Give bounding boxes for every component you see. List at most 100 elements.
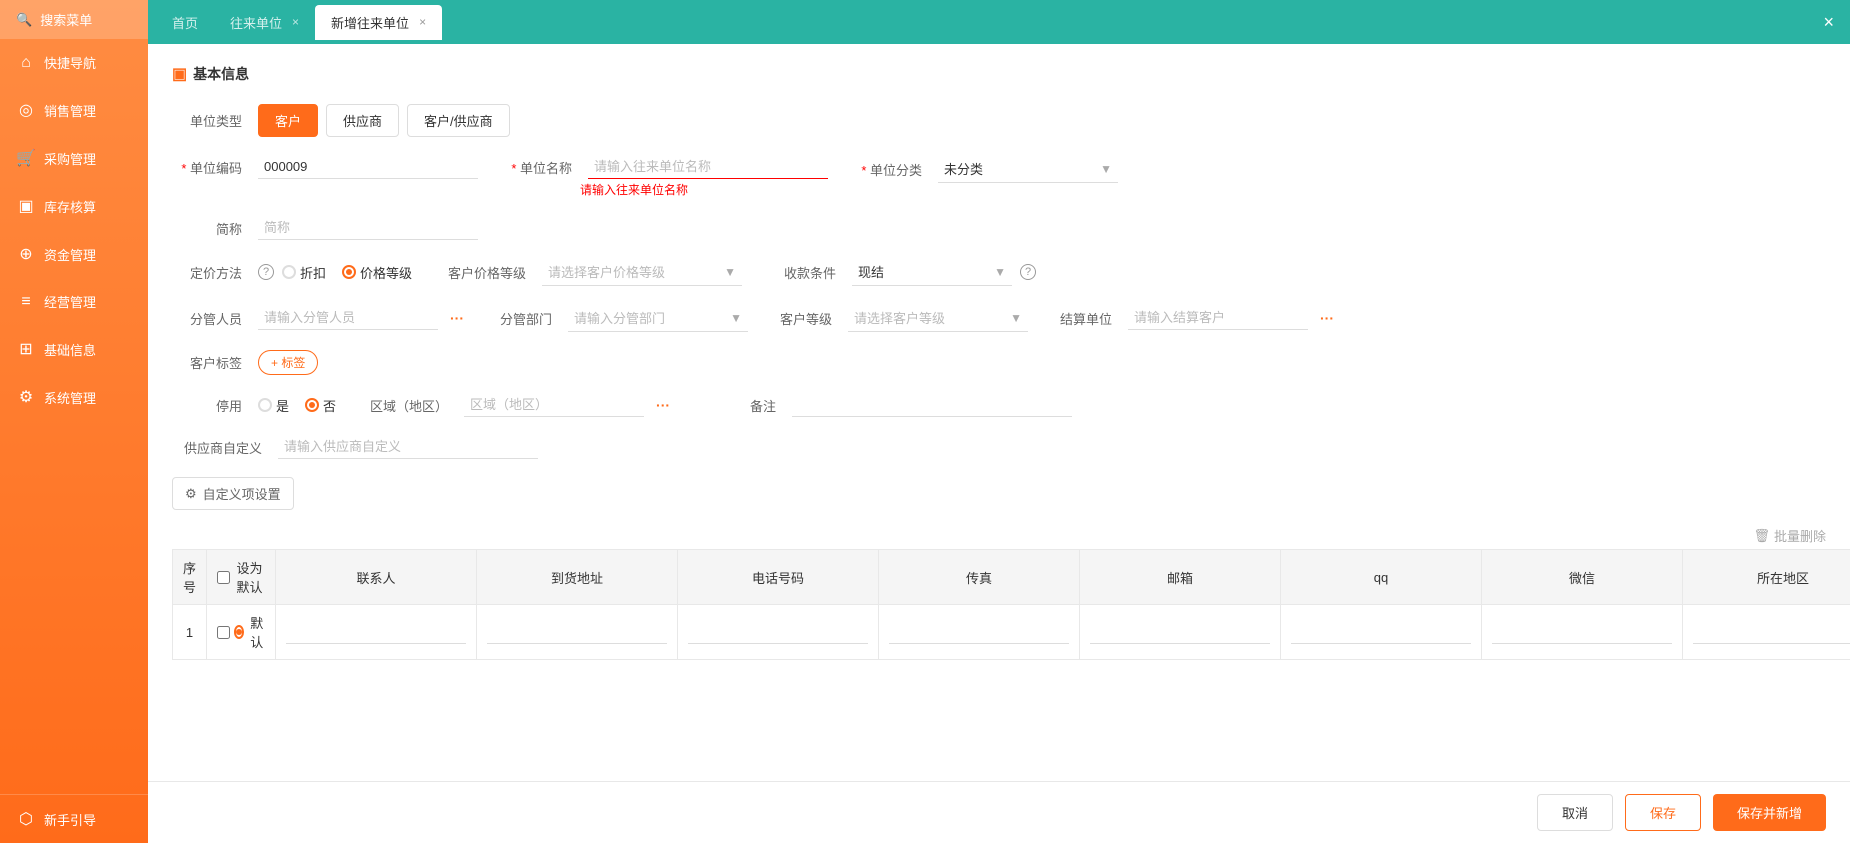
manager-input[interactable]	[258, 306, 438, 330]
th-address: 到货地址	[477, 550, 678, 605]
custom-settings-button[interactable]: ⚙ 自定义项设置	[172, 477, 294, 510]
unit-category-group: 单位分类 未分类 ▼	[852, 155, 1118, 183]
manager-more-btn[interactable]: ···	[446, 310, 468, 326]
radio-no[interactable]: 否	[305, 396, 336, 415]
td-wechat-input[interactable]	[1492, 620, 1672, 644]
td-contact-input[interactable]	[286, 620, 466, 644]
unit-name-input[interactable]	[588, 155, 828, 179]
payment-help-icon[interactable]: ?	[1020, 264, 1036, 280]
th-default: 设为默认	[207, 550, 276, 605]
td-fax[interactable]	[879, 605, 1080, 660]
pricing-radio-group: 折扣 价格等级	[282, 263, 412, 282]
td-region[interactable]	[1683, 605, 1850, 660]
price-level-label: 客户价格等级	[436, 263, 526, 282]
td-checkbox[interactable]	[217, 626, 230, 639]
tab-partners-close[interactable]: ×	[292, 15, 299, 29]
td-contact[interactable]	[276, 605, 477, 660]
payment-terms-group: 收款条件 现结 ▼ ?	[766, 258, 1036, 286]
payment-terms-select[interactable]: 现结 ▼	[852, 258, 1012, 286]
td-phone-input[interactable]	[688, 620, 868, 644]
department-select[interactable]: 请输入分管部门 ▼	[568, 304, 748, 332]
td-fax-input[interactable]	[889, 620, 1069, 644]
tab-partners[interactable]: 往来单位 ×	[214, 5, 315, 40]
tab-new-partner[interactable]: 新增往来单位 ×	[315, 5, 442, 40]
unit-code-input[interactable]	[258, 155, 478, 179]
price-level-select[interactable]: 请选择客户价格等级 ▼	[542, 258, 742, 286]
tab-partners-label: 往来单位	[230, 13, 282, 32]
tab-new-partner-label: 新增往来单位	[331, 13, 409, 32]
unit-type-row: 单位类型 客户 供应商 客户/供应商	[172, 104, 1826, 137]
customer-level-select[interactable]: 请选择客户等级 ▼	[848, 304, 1028, 332]
sidebar-item-inventory[interactable]: ▣ 库存核算	[0, 182, 148, 230]
td-qq-input[interactable]	[1291, 620, 1471, 644]
pricing-help-icon[interactable]: ?	[258, 264, 274, 280]
radio-yes-label: 是	[276, 396, 289, 415]
price-level-placeholder: 请选择客户价格等级	[548, 262, 720, 281]
region-more-btn[interactable]: ···	[652, 397, 674, 413]
btn-customer[interactable]: 客户	[258, 104, 318, 137]
sidebar-item-operation[interactable]: ≡ 经营管理	[0, 278, 148, 325]
td-address[interactable]	[477, 605, 678, 660]
sidebar-item-sales[interactable]: ◎ 销售管理	[0, 86, 148, 134]
tab-home[interactable]: 首页	[156, 5, 214, 40]
batch-delete-label: 批量删除	[1774, 526, 1826, 545]
main-area: 首页 往来单位 × 新增往来单位 × × ▣ 基本信息 单位类型 客户 供应商 …	[148, 0, 1850, 843]
th-contact: 联系人	[276, 550, 477, 605]
contact-table: 序号 设为默认 联系人 到货地址 电话号码 传真 邮箱 qq	[172, 549, 1850, 660]
section-basic-info: ▣ 基本信息	[172, 64, 1826, 84]
manager-label: 分管人员	[172, 309, 242, 328]
th-phone: 电话号码	[678, 550, 879, 605]
btn-both[interactable]: 客户/供应商	[407, 104, 510, 137]
cancel-button[interactable]: 取消	[1537, 794, 1613, 831]
sidebar-label-basic: 基础信息	[44, 340, 96, 359]
tab-new-partner-close[interactable]: ×	[419, 15, 426, 29]
inventory-icon: ▣	[16, 196, 36, 216]
sidebar: 🔍 搜索菜单 ⌂ 快捷导航 ◎ 销售管理 🛒 采购管理 ▣ 库存核算 ⊕ 资金管…	[0, 0, 148, 843]
settings-icon: ⚙	[185, 486, 197, 502]
short-name-input[interactable]	[258, 216, 478, 240]
region-input[interactable]	[464, 393, 644, 417]
th-wechat: 微信	[1482, 550, 1683, 605]
radio-discount[interactable]: 折扣	[282, 263, 326, 282]
tag-label: 客户标签	[172, 353, 242, 372]
td-phone[interactable]	[678, 605, 879, 660]
finance-icon: ⊕	[16, 244, 36, 264]
department-placeholder: 请输入分管部门	[574, 308, 726, 327]
td-email[interactable]	[1080, 605, 1281, 660]
td-default-radio[interactable]: 默认	[234, 613, 265, 651]
sidebar-label-finance: 资金管理	[44, 245, 96, 264]
td-qq[interactable]	[1281, 605, 1482, 660]
save-new-button[interactable]: 保存并新增	[1713, 794, 1826, 831]
sidebar-label-system: 系统管理	[44, 388, 96, 407]
add-tag-button[interactable]: + 标签	[258, 350, 318, 375]
settlement-input[interactable]	[1128, 306, 1308, 330]
save-button[interactable]: 保存	[1625, 794, 1701, 831]
th-checkbox[interactable]	[217, 571, 230, 584]
radio-yes[interactable]: 是	[258, 396, 289, 415]
unit-category-select[interactable]: 未分类 ▼	[938, 155, 1118, 183]
remarks-input[interactable]	[792, 393, 1072, 417]
td-default: 默认	[207, 605, 276, 660]
sidebar-search[interactable]: 🔍 搜索菜单	[0, 0, 148, 39]
supplier-custom-label: 供应商自定义	[172, 438, 262, 457]
th-email: 邮箱	[1080, 550, 1281, 605]
system-icon: ⚙	[16, 387, 36, 407]
td-region-input[interactable]	[1693, 620, 1850, 644]
form-content: ▣ 基本信息 单位类型 客户 供应商 客户/供应商 单位编码 单位名称	[148, 44, 1850, 781]
window-close-button[interactable]: ×	[1815, 8, 1842, 37]
settlement-more-btn[interactable]: ···	[1316, 310, 1338, 326]
batch-delete-btn[interactable]: 🗑 批量删除	[1753, 526, 1826, 545]
sidebar-item-quick-nav[interactable]: ⌂ 快捷导航	[0, 39, 148, 86]
sidebar-item-basic[interactable]: ⊞ 基础信息	[0, 325, 148, 373]
supplier-custom-input[interactable]	[278, 435, 538, 459]
radio-yes-circle	[258, 398, 272, 412]
sidebar-item-system[interactable]: ⚙ 系统管理	[0, 373, 148, 421]
radio-price-level[interactable]: 价格等级	[342, 263, 412, 282]
btn-supplier[interactable]: 供应商	[326, 104, 399, 137]
sidebar-item-guide[interactable]: ⬡ 新手引导	[0, 794, 148, 843]
td-wechat[interactable]	[1482, 605, 1683, 660]
sidebar-item-finance[interactable]: ⊕ 资金管理	[0, 230, 148, 278]
sidebar-item-purchase[interactable]: 🛒 采购管理	[0, 134, 148, 182]
td-address-input[interactable]	[487, 620, 667, 644]
td-email-input[interactable]	[1090, 620, 1270, 644]
